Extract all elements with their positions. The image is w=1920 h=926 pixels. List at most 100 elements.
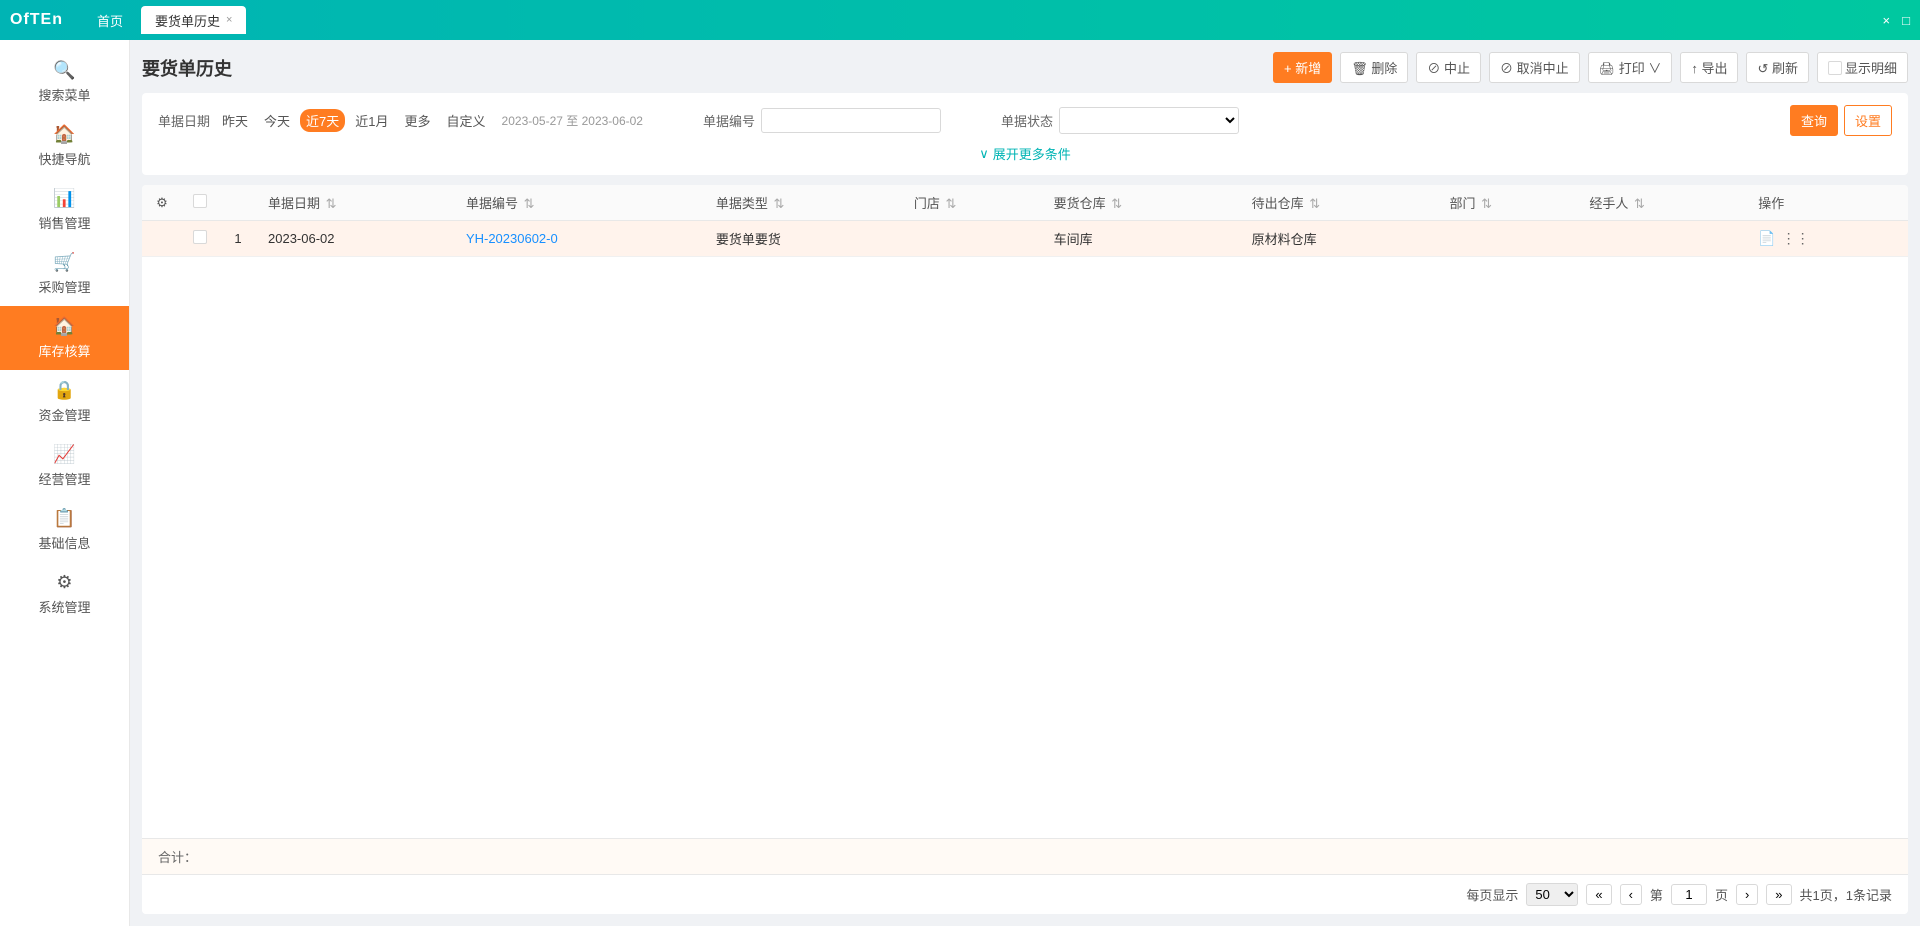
stop-button-label: ⊘ 中止 [1427,58,1470,77]
new-button-label: + 新增 [1284,58,1321,77]
cancel-stop-button[interactable]: ⊘ 取消中止 [1489,52,1580,83]
td-date: 2023-06-02 [258,221,456,257]
stop-button[interactable]: ⊘ 中止 [1416,52,1481,83]
sidebar-label-search: 搜索菜单 [38,85,90,104]
last-page-btn[interactable]: » [1766,884,1791,905]
doc-icon: 📋 [53,508,75,529]
sidebar-label-finance: 资金管理 [38,405,90,424]
settings-label: 设置 [1855,111,1881,130]
export-button[interactable]: ↑ 导出 [1680,52,1738,83]
sidebar-item-system[interactable]: ⚙ 系统管理 [0,562,129,626]
sidebar-item-purchase[interactable]: 🛒 采购管理 [0,242,129,306]
sidebar-item-inventory[interactable]: 🏠 库存核算 [0,306,129,370]
print-label: 🖨 打印 ∨ [1599,58,1662,77]
th-store[interactable]: 门店 ⇅ [904,185,1044,221]
bill-no-filter: 单据编号 [703,108,941,133]
search-icon: 🔍 [53,60,75,81]
row-edit-icon[interactable]: 📄 [1758,230,1775,247]
next-page-btn[interactable]: › [1736,884,1758,905]
sidebar-item-base-info[interactable]: 📋 基础信息 [0,498,129,562]
sidebar-label-purchase: 采购管理 [38,277,90,296]
th-settings[interactable]: ⚙ [142,185,182,221]
settings-gear-icon[interactable]: ⚙ [156,195,168,210]
th-num [218,185,258,221]
refresh-button[interactable]: ↺ 刷新 [1746,52,1809,83]
page-number-input[interactable] [1671,884,1707,905]
td-settings [142,221,182,257]
date-options: 昨天 今天 近7天 近1月 更多 自定义 [216,109,492,132]
pagination-bar: 每页显示 50 100 200 « ‹ 第 页 › » 共1页，1条记录 [142,874,1908,914]
first-page-btn[interactable]: « [1586,884,1611,905]
bill-no-input[interactable] [761,108,941,133]
export-label: ↑ 导出 [1691,58,1727,77]
prev-page-btn[interactable]: ‹ [1620,884,1642,905]
date-opt-custom[interactable]: 自定义 [441,109,492,132]
td-num: 1 [218,221,258,257]
td-department [1440,221,1580,257]
sidebar-item-finance[interactable]: 🔒 资金管理 [0,370,129,434]
inventory-icon: 🏠 [53,316,75,337]
sidebar-item-quick-nav[interactable]: 🏠 快捷导航 [0,114,129,178]
th-action: 操作 [1748,185,1908,221]
display-label: 显示明细 [1845,58,1897,77]
sidebar-label-quick-nav: 快捷导航 [38,149,90,168]
row-more-icon[interactable]: ⋮⋮ [1782,230,1810,247]
th-pending-warehouse[interactable]: 待出仓库 ⇅ [1242,185,1440,221]
tab-close-icon[interactable]: × [226,14,232,26]
page-suffix: 页 [1715,885,1728,904]
page-size-select[interactable]: 50 100 200 [1526,883,1578,906]
display-detail-button[interactable]: 显示明细 [1817,52,1908,83]
window-maximize-icon[interactable]: □ [1902,13,1910,28]
th-date[interactable]: 单据日期 ⇅ [258,185,456,221]
tab-requisition-history[interactable]: 要货单历史 × [141,6,246,34]
th-bill-no[interactable]: 单据编号 ⇅ [456,185,706,221]
header-checkbox[interactable] [193,194,207,208]
status-select[interactable] [1059,107,1239,134]
th-req-warehouse[interactable]: 要货仓库 ⇅ [1044,185,1242,221]
content-area: 要货单历史 + 新增 🗑 删除 ⊘ 中止 ⊘ 取消中止 🖨 打印 ∨ [130,40,1920,926]
date-opt-7days[interactable]: 近7天 [300,109,345,132]
toolbar: + 新增 🗑 删除 ⊘ 中止 ⊘ 取消中止 🖨 打印 ∨ ↑ 导出 [1273,52,1908,83]
sidebar-item-search-menu[interactable]: 🔍 搜索菜单 [0,50,129,114]
main-layout: 🔍 搜索菜单 🏠 快捷导航 📊 销售管理 🛒 采购管理 🏠 库存核算 🔒 资金管… [0,40,1920,926]
expand-more-label: 展开更多条件 [993,144,1071,163]
row-checkbox[interactable] [193,230,207,244]
expand-down-icon: ∨ [979,146,989,162]
expand-more-btn[interactable]: ∨ 展开更多条件 [158,144,1892,163]
th-checkbox[interactable] [182,185,218,221]
cancel-stop-label: ⊘ 取消中止 [1500,58,1569,77]
td-bill-no[interactable]: YH-20230602-0 [456,221,706,257]
tab-requisition-label: 要货单历史 [155,11,220,30]
operation-icon: 📈 [53,444,75,465]
date-opt-today[interactable]: 今天 [258,109,296,132]
date-opt-more[interactable]: 更多 [399,109,437,132]
page-input-label: 第 [1650,885,1663,904]
th-department[interactable]: 部门 ⇅ [1440,185,1580,221]
window-close-icon[interactable]: × [1883,13,1891,28]
sidebar-label-system: 系统管理 [38,597,90,616]
page-header: 要货单历史 + 新增 🗑 删除 ⊘ 中止 ⊘ 取消中止 🖨 打印 ∨ [142,52,1908,83]
table-container: ⚙ 单据日期 ⇅ 单据编号 ⇅ 单据类型 ⇅ 门店 ⇅ 要货仓库 ⇅ 待出仓库 [142,185,1908,914]
sidebar-item-operation[interactable]: 📈 经营管理 [0,434,129,498]
status-label: 单据状态 [1001,111,1053,130]
delete-button[interactable]: 🗑 删除 [1340,52,1408,83]
top-bar: OfTEn 首页 要货单历史 × × □ [0,0,1920,40]
sidebar-item-sales[interactable]: 📊 销售管理 [0,178,129,242]
tab-home-label: 首页 [97,11,123,30]
date-opt-yesterday[interactable]: 昨天 [216,109,254,132]
tab-home[interactable]: 首页 [83,6,137,34]
date-opt-1month[interactable]: 近1月 [349,109,394,132]
td-pending-warehouse: 原材料仓库 [1242,221,1440,257]
gear-icon: ⚙ [56,572,72,593]
status-filter: 单据状态 [1001,107,1239,134]
query-button[interactable]: 查询 [1790,105,1838,136]
query-label: 查询 [1801,111,1827,130]
new-button[interactable]: + 新增 [1273,52,1332,83]
settings-button[interactable]: 设置 [1844,105,1892,136]
th-handler[interactable]: 经手人 ⇅ [1579,185,1748,221]
chart-icon: 📊 [53,188,75,209]
print-button[interactable]: 🖨 打印 ∨ [1588,52,1673,83]
th-bill-type[interactable]: 单据类型 ⇅ [706,185,904,221]
td-checkbox[interactable] [182,221,218,257]
bill-no-link[interactable]: YH-20230602-0 [466,231,558,246]
